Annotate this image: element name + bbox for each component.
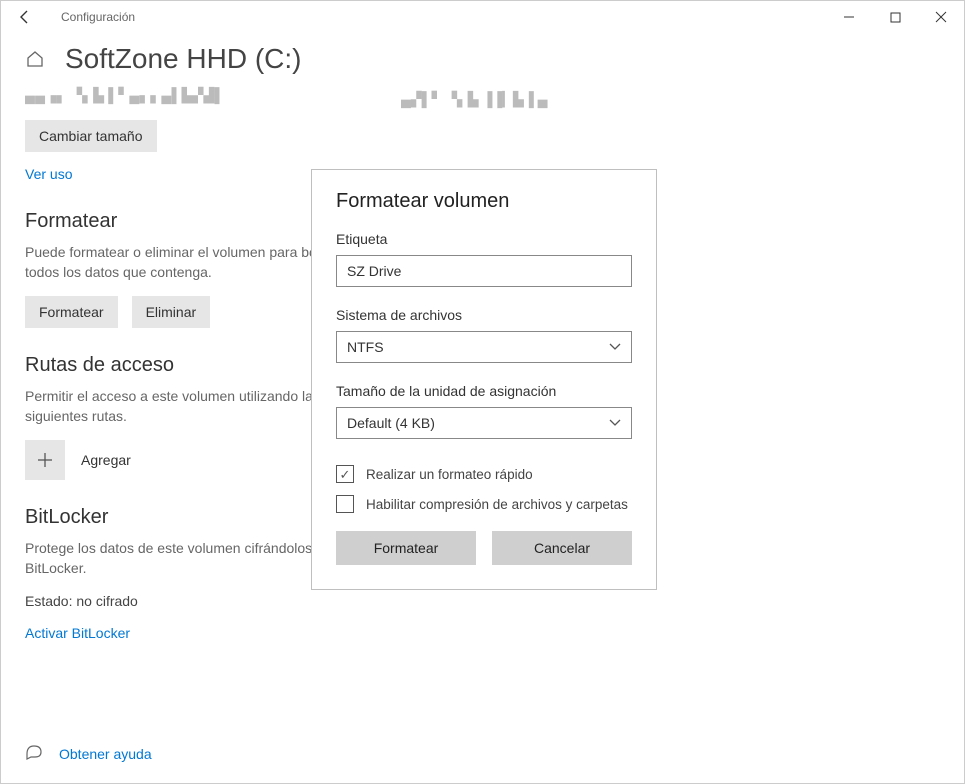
add-path-button[interactable] (25, 440, 65, 480)
change-size-button[interactable]: Cambiar tamaño (25, 120, 157, 152)
allocation-field-label: Tamaño de la unidad de asignación (336, 383, 632, 399)
filesystem-field-label: Sistema de archivos (336, 307, 632, 323)
chevron-down-icon (609, 340, 621, 354)
format-button[interactable]: Formatear (25, 296, 118, 328)
dialog-cancel-button[interactable]: Cancelar (492, 531, 632, 565)
get-help-link[interactable]: Obtener ayuda (59, 746, 152, 762)
page-title: SoftZone HHD (C:) (65, 43, 302, 75)
minimize-button[interactable] (826, 1, 872, 33)
home-icon[interactable] (25, 49, 45, 69)
close-button[interactable] (918, 1, 964, 33)
add-path-label: Agregar (81, 452, 131, 468)
view-usage-link[interactable]: Ver uso (25, 166, 72, 182)
allocation-select[interactable]: Default (4 KB) (336, 407, 632, 439)
format-volume-dialog: Formatear volumen Etiqueta Sistema de ar… (311, 169, 657, 590)
quick-format-checkbox[interactable] (336, 465, 354, 483)
activate-bitlocker-link[interactable]: Activar BitLocker (25, 625, 130, 641)
chevron-down-icon (609, 416, 621, 430)
back-button[interactable] (9, 1, 41, 33)
label-field-label: Etiqueta (336, 231, 632, 247)
compression-label: Habilitar compresión de archivos y carpe… (366, 497, 628, 512)
help-icon (25, 742, 43, 765)
dialog-format-button[interactable]: Formatear (336, 531, 476, 565)
help-bar: Obtener ayuda (25, 742, 152, 765)
filesystem-value: NTFS (347, 339, 384, 355)
allocation-value: Default (4 KB) (347, 415, 435, 431)
quick-format-label: Realizar un formateo rápido (366, 467, 533, 482)
filesystem-select[interactable]: NTFS (336, 331, 632, 363)
label-input[interactable] (336, 255, 632, 287)
delete-button[interactable]: Eliminar (132, 296, 211, 328)
titlebar: Configuración (1, 1, 964, 33)
maximize-button[interactable] (872, 1, 918, 33)
storage-free-text: ▄▞▌▘ ▝▖▙ ▐▐▎▙▐ ▄ (401, 91, 548, 108)
compression-checkbox[interactable] (336, 495, 354, 513)
dialog-title: Formatear volumen (336, 190, 632, 213)
header: SoftZone HHD (C:) (1, 33, 964, 83)
bitlocker-state: Estado: no cifrado (25, 593, 940, 609)
window-title: Configuración (61, 10, 135, 24)
